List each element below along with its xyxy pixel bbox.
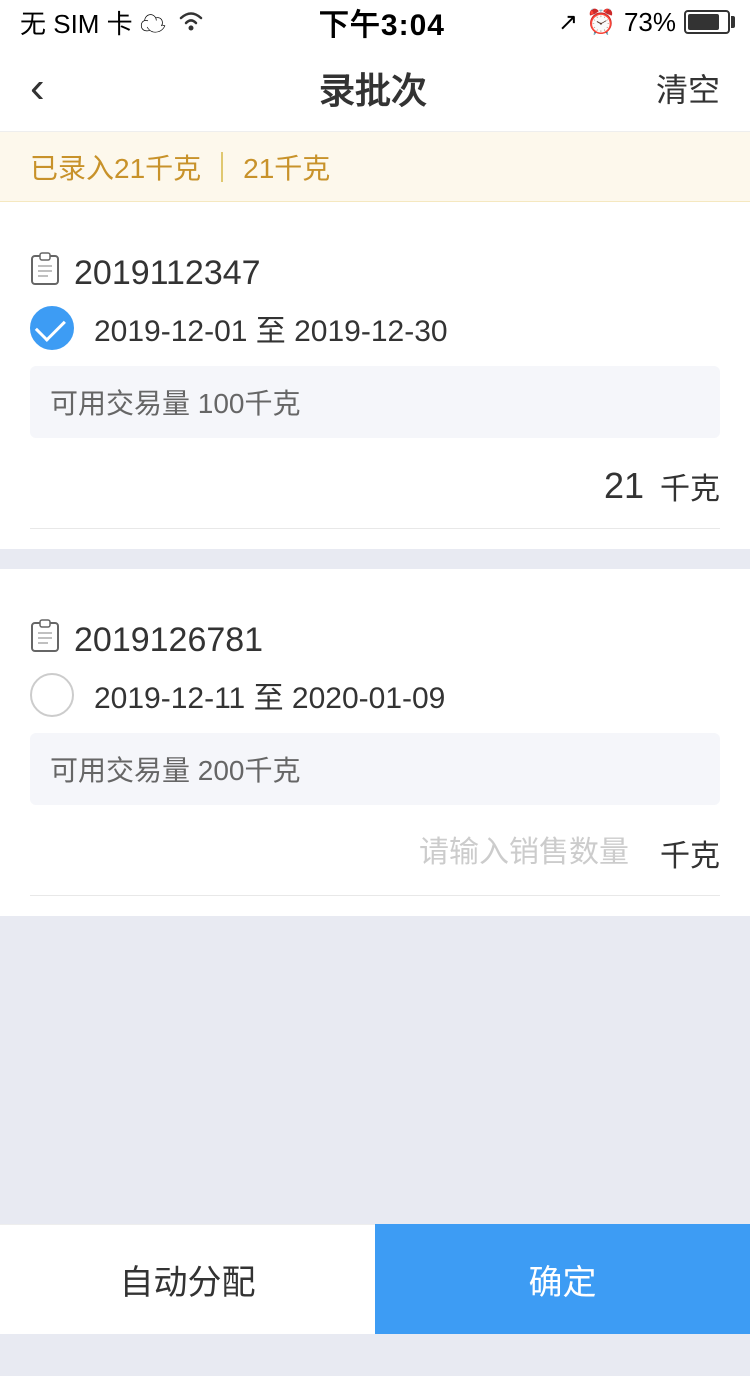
batch2-qty-input-row: 千克 <box>30 821 720 896</box>
batch1-date: 2019-12-01 至 2019-12-30 <box>94 306 448 350</box>
batch2-id: 2019126781 <box>74 621 263 660</box>
status-bar: 无 SIM 卡 ☁ 下午3:04 ↗ ⏰ 73% <box>0 0 750 44</box>
batch2-item: 2019126781 2019-12-11 至 2020-01-09 可用交易量… <box>30 599 720 916</box>
clear-button[interactable]: 清空 <box>656 65 720 111</box>
back-button[interactable]: ‹ <box>30 63 90 113</box>
batch1-icon <box>30 252 64 294</box>
info-divider <box>221 152 223 182</box>
info-value: 21千克 <box>243 147 330 187</box>
batch2-date-row: 2019-12-11 至 2020-01-09 <box>30 673 720 717</box>
info-recorded-label: 已录入21千克 <box>30 147 201 187</box>
batch1-available: 可用交易量 100千克 <box>30 366 720 438</box>
batch1-radio[interactable] <box>30 306 74 350</box>
batch2-date: 2019-12-11 至 2020-01-09 <box>94 673 445 717</box>
batch1-qty-row: 21 千克 <box>30 454 720 529</box>
page-title: 录批次 <box>319 62 427 114</box>
bottom-bar: 自动分配 确定 <box>0 1224 750 1334</box>
location-icon: ↗ <box>558 8 578 37</box>
batch1-item: 2019112347 2019-12-01 至 2019-12-30 可用交易量… <box>30 232 720 549</box>
section-divider <box>0 549 750 569</box>
status-left: 无 SIM 卡 ☁ <box>20 4 206 41</box>
auto-distribute-button[interactable]: 自动分配 <box>0 1224 375 1334</box>
batch2-icon <box>30 619 64 661</box>
alarm-icon: ⏰ <box>586 8 616 37</box>
info-banner: 已录入21千克 21千克 <box>0 132 750 202</box>
batch1-id: 2019112347 <box>74 254 261 293</box>
batch1-header: 2019112347 <box>30 252 720 294</box>
status-right: ↗ ⏰ 73% <box>558 7 730 38</box>
wifi-icon <box>176 7 206 38</box>
nav-bar: ‹ 录批次 清空 <box>0 44 750 132</box>
batch1-date-row: 2019-12-01 至 2019-12-30 <box>30 306 720 350</box>
batch1-qty-value: 21 <box>604 465 644 507</box>
batch2-radio[interactable] <box>30 673 74 717</box>
batch2-qty-unit: 千克 <box>660 831 720 875</box>
sim-label: 无 SIM 卡 ☁ <box>20 4 166 41</box>
batch1-qty-unit: 千克 <box>660 464 720 508</box>
batch2-header: 2019126781 <box>30 619 720 661</box>
batch2-qty-input[interactable] <box>344 836 644 870</box>
batch2-card: 2019126781 2019-12-11 至 2020-01-09 可用交易量… <box>0 569 750 916</box>
batch2-available: 可用交易量 200千克 <box>30 733 720 805</box>
status-time: 下午3:04 <box>319 0 445 44</box>
batch1-card: 2019112347 2019-12-01 至 2019-12-30 可用交易量… <box>0 202 750 549</box>
battery-percent: 73% <box>624 7 676 38</box>
battery-icon <box>684 10 730 34</box>
confirm-button[interactable]: 确定 <box>375 1224 750 1334</box>
